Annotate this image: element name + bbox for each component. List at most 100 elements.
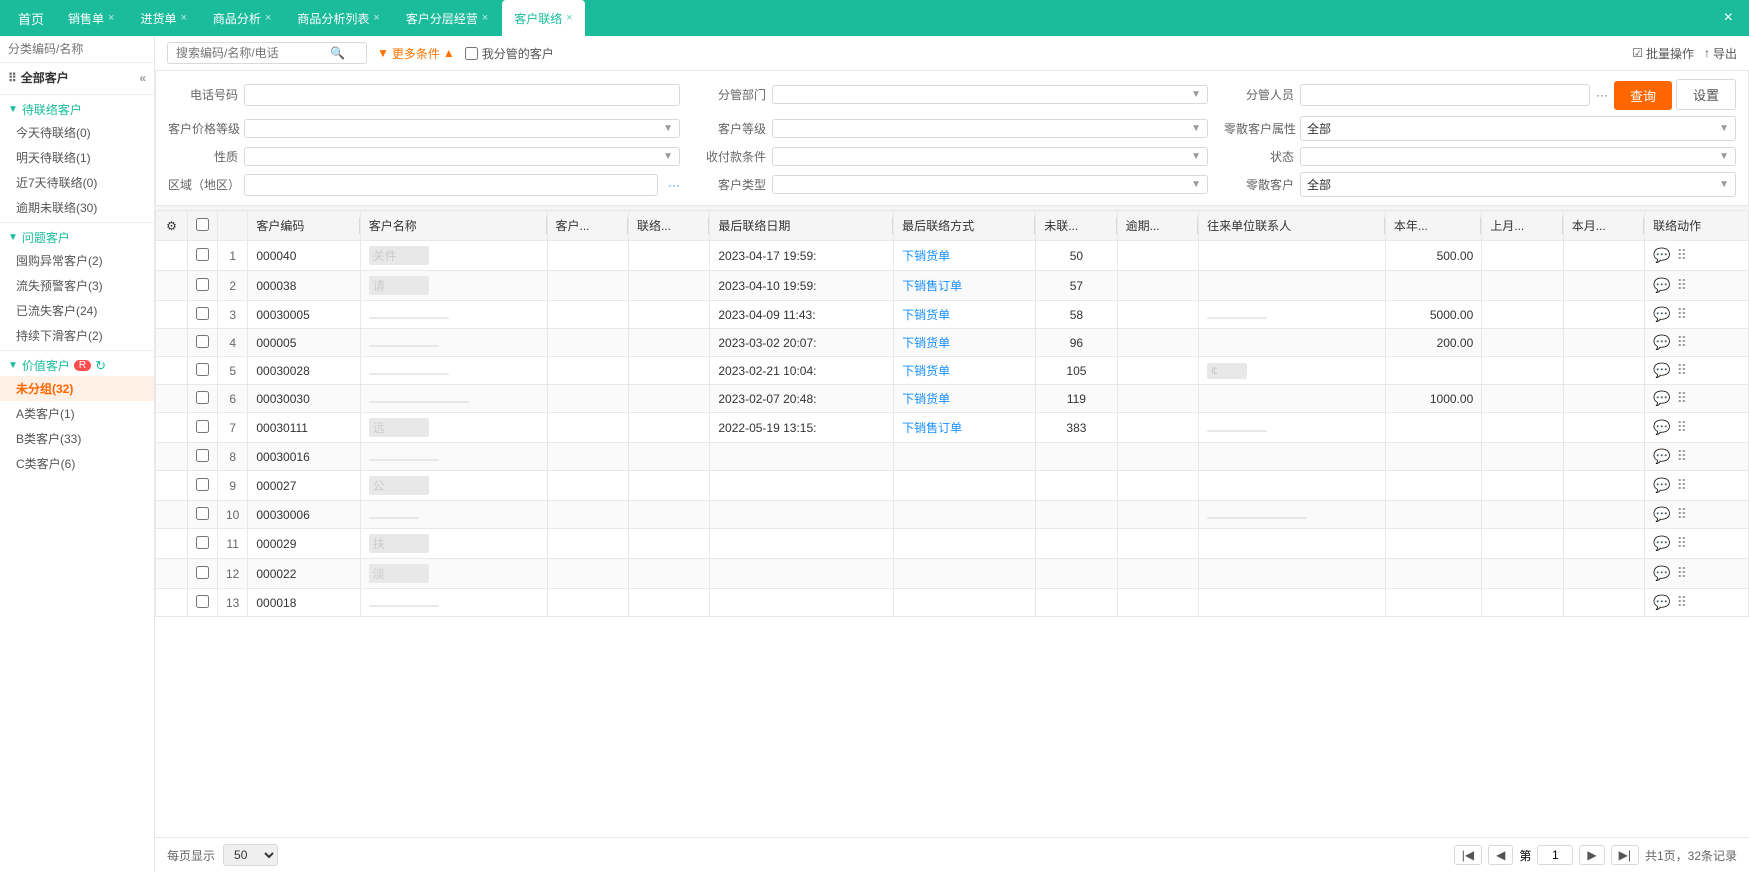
all-customers-header[interactable]: ⠿ 全部客户 « [0,63,154,92]
close-purchase-tab[interactable]: × [180,12,186,24]
qr-icon[interactable]: ⠿ [1677,594,1687,611]
code-col-header[interactable]: 客户编码 [248,211,360,241]
sidebar-item-class-b[interactable]: B类客户(33) [0,426,154,451]
close-product-analysis-list-tab[interactable]: × [373,12,379,24]
row-checkbox[interactable] [196,335,209,348]
last-month-col-header[interactable]: 上月... [1482,211,1563,241]
qr-icon[interactable]: ⠿ [1677,362,1687,379]
manager-input[interactable] [1300,84,1590,106]
my-customers-checkbox[interactable]: 我分管的客户 [465,45,554,62]
last-contact-method-col-header[interactable]: 最后联络方式 [894,211,1036,241]
sidebar-item-class-c[interactable]: C类客户(6) [0,451,154,476]
message-icon[interactable]: 💬 [1653,390,1670,407]
region-ellipsis-icon[interactable]: ··· [668,178,680,192]
overdue-col-header[interactable]: 逾期... [1117,211,1198,241]
row-checkbox[interactable] [196,248,209,261]
row-checkbox[interactable] [196,420,209,433]
type-col-header[interactable]: 客户... [547,211,628,241]
message-icon[interactable]: 💬 [1653,277,1670,294]
tab-customer-contact[interactable]: 客户联络 × [502,0,584,36]
contact-method-link[interactable]: 下销货单 [902,364,950,378]
ellipsis-icon[interactable]: ··· [1596,88,1608,102]
qr-icon[interactable]: ⠿ [1677,277,1687,294]
last-page-button[interactable]: ▶| [1611,845,1639,865]
not-contacted-col-header[interactable]: 未联... [1036,211,1117,241]
per-page-select[interactable]: 50 20 100 [223,844,278,866]
qr-icon[interactable]: ⠿ [1677,448,1687,465]
row-checkbox[interactable] [196,478,209,491]
sidebar-item-tomorrow-pending[interactable]: 明天待联络(1) [0,145,154,170]
message-icon[interactable]: 💬 [1653,247,1670,264]
tab-sales-order[interactable]: 销售单 × [56,0,126,36]
qr-icon[interactable]: ⠿ [1677,306,1687,323]
row-checkbox[interactable] [196,536,209,549]
row-checkbox[interactable] [196,278,209,291]
company-contact-col-header[interactable]: 往来单位联系人 [1199,211,1386,241]
close-customer-segmentation-tab[interactable]: × [482,12,488,24]
qr-icon[interactable]: ⠿ [1677,506,1687,523]
contact-method-link[interactable]: 下销货单 [902,336,950,350]
qr-icon[interactable]: ⠿ [1677,334,1687,351]
qr-icon[interactable]: ⠿ [1677,565,1687,582]
tab-product-analysis-list[interactable]: 商品分析列表 × [285,0,391,36]
close-all-tabs[interactable]: × [1716,9,1741,27]
message-icon[interactable]: 💬 [1653,506,1670,523]
message-icon[interactable]: 💬 [1653,565,1670,582]
select-all-header[interactable] [188,211,218,241]
contact-method-link[interactable]: 下销售订单 [902,279,962,293]
message-icon[interactable]: 💬 [1653,362,1670,379]
qr-icon[interactable]: ⠿ [1677,419,1687,436]
group-problem-customers[interactable]: ▼ 问题客户 [0,225,154,248]
contact-method-link[interactable]: 下销货单 [902,392,950,406]
name-col-header[interactable]: 客户名称 [360,211,547,241]
sidebar-item-7day-pending[interactable]: 近7天待联络(0) [0,170,154,195]
message-icon[interactable]: 💬 [1653,477,1670,494]
message-icon[interactable]: 💬 [1653,535,1670,552]
search-button[interactable]: 查询 [1614,81,1672,110]
payment-select[interactable]: ▼ [772,147,1208,166]
qr-icon[interactable]: ⠿ [1677,535,1687,552]
this-year-col-header[interactable]: 本年... [1385,211,1481,241]
close-product-analysis-tab[interactable]: × [265,12,271,24]
group-pending-contact[interactable]: ▼ 待联络客户 [0,97,154,120]
region-input[interactable] [244,174,658,196]
contact-col-header[interactable]: 联络... [628,211,709,241]
sidebar-search-bar[interactable]: 🔍 [0,36,154,63]
export-button[interactable]: ↑ 导出 [1704,45,1737,62]
message-icon[interactable]: 💬 [1653,334,1670,351]
home-tab[interactable]: 首页 [8,9,54,28]
close-customer-contact-tab[interactable]: × [566,12,572,24]
more-conditions-button[interactable]: ▼ 更多条件 ▲ [377,45,455,62]
search-input[interactable] [176,46,326,60]
row-checkbox[interactable] [196,449,209,462]
sidebar-item-ungroup[interactable]: 未分组(32) [0,376,154,401]
zero-retail-attr-select[interactable]: 全部 ▼ [1300,116,1736,141]
tab-purchase-order[interactable]: 进货单 × [128,0,198,36]
zero-retail-select[interactable]: 全部 ▼ [1300,172,1736,197]
contact-method-link[interactable]: 下销货单 [902,249,950,263]
customer-level-select[interactable]: ▼ [772,119,1208,138]
settings-col-header[interactable]: ⚙ [156,211,188,241]
page-number-input[interactable] [1537,845,1573,865]
row-checkbox[interactable] [196,595,209,608]
row-checkbox[interactable] [196,566,209,579]
message-icon[interactable]: 💬 [1653,594,1670,611]
batch-operate-button[interactable]: ☑ 批量操作 [1632,45,1694,62]
row-checkbox[interactable] [196,363,209,376]
row-checkbox[interactable] [196,307,209,320]
sidebar-item-churned[interactable]: 已流失客户(24) [0,298,154,323]
price-level-select[interactable]: ▼ [244,119,680,138]
sidebar-item-today-pending[interactable]: 今天待联络(0) [0,120,154,145]
prev-page-button[interactable]: ◀ [1488,845,1513,865]
row-checkbox[interactable] [196,391,209,404]
contact-method-link[interactable]: 下销货单 [902,308,950,322]
contact-method-link[interactable]: 下销售订单 [902,421,962,435]
this-month-col-header[interactable]: 本月... [1563,211,1644,241]
property-select[interactable]: ▼ [244,147,680,166]
select-all-checkbox[interactable] [196,218,209,231]
close-sales-order-tab[interactable]: × [108,12,114,24]
message-icon[interactable]: 💬 [1653,419,1670,436]
sidebar-item-overdue-contact[interactable]: 逾期未联络(30) [0,195,154,220]
my-customers-check[interactable] [465,47,478,60]
next-page-button[interactable]: ▶ [1579,845,1604,865]
